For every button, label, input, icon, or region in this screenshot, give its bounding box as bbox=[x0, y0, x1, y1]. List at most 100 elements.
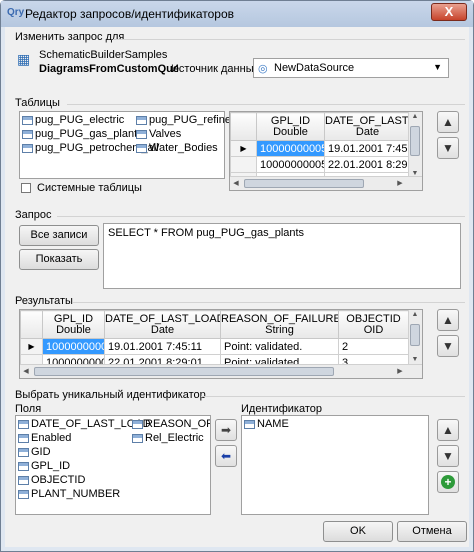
grid-cell[interactable]: 19.01.2001 7:45:11 bbox=[324, 140, 411, 157]
identifier-down-button[interactable]: ▼ bbox=[437, 445, 459, 467]
datasource-icon: ◎ bbox=[258, 63, 268, 75]
query-text: SELECT * FROM pug_PUG_gas_plants bbox=[108, 227, 305, 239]
table-icon bbox=[136, 115, 147, 125]
table-item[interactable]: pug_PUG_gas_plants bbox=[22, 128, 143, 141]
move-up-button[interactable]: ▲ bbox=[437, 111, 459, 133]
query-editor-window: Qry Редактор запросов/идентификаторов X … bbox=[0, 0, 474, 552]
field-item[interactable]: Rel_Electric bbox=[132, 432, 204, 445]
grid-cell[interactable]: Point: validated. bbox=[220, 338, 339, 355]
table-row[interactable]: 100000000053 22.01.2001 8:29:01 bbox=[230, 156, 411, 173]
app-icon: Qry bbox=[7, 7, 25, 18]
table-item[interactable]: pug_PUG_electric bbox=[22, 114, 124, 127]
horizontal-scrollbar[interactable]: ◀ ▶ bbox=[230, 176, 422, 190]
scroll-thumb[interactable] bbox=[410, 324, 420, 346]
scroll-left-icon[interactable]: ◀ bbox=[230, 179, 242, 187]
dialog-body: Изменить запрос для ▦ SchematicBuilderSa… bbox=[5, 27, 469, 547]
field-item[interactable]: REASON_OF_F bbox=[132, 418, 210, 431]
table-item[interactable]: Water_Bodies bbox=[136, 142, 218, 155]
table-icon bbox=[22, 115, 33, 125]
field-icon bbox=[132, 433, 143, 443]
scroll-right-icon[interactable]: ▶ bbox=[394, 367, 406, 375]
results-grid[interactable]: GPL_ID Double DATE_OF_LAST_LOAD Date REASO… bbox=[19, 309, 423, 379]
column-header[interactable]: GPL_ID Double bbox=[256, 112, 325, 141]
field-icon bbox=[132, 419, 143, 429]
builder-name: SchematicBuilderSamples bbox=[39, 49, 168, 61]
vertical-scrollbar[interactable]: ▲ ▼ bbox=[408, 112, 422, 178]
field-icon bbox=[18, 489, 29, 499]
add-to-identifier-button[interactable]: ➡ bbox=[215, 419, 237, 441]
tables-list[interactable]: pug_PUG_electric pug_PUG_refinerie pug_P… bbox=[19, 111, 243, 179]
window-title: Редактор запросов/идентификаторов bbox=[25, 7, 234, 21]
identifier-item[interactable]: NAME bbox=[244, 418, 289, 431]
scroll-left-icon[interactable]: ◀ bbox=[20, 367, 32, 375]
scroll-up-icon[interactable]: ▲ bbox=[409, 311, 421, 318]
field-item[interactable]: GPL_ID bbox=[18, 460, 70, 473]
datasource-select[interactable]: ◎ NewDataSource ▼ bbox=[253, 58, 449, 78]
results-group-label: Результаты bbox=[15, 295, 73, 307]
divider bbox=[201, 396, 465, 397]
grid-cell[interactable]: 100000000050 bbox=[256, 140, 325, 157]
grid-cell[interactable]: 100000000050 bbox=[42, 338, 105, 355]
field-item[interactable]: DATE_OF_LAST_LOAD bbox=[18, 418, 151, 431]
chevron-down-icon: ▼ bbox=[433, 62, 442, 72]
change-query-group-label: Изменить запрос для bbox=[15, 31, 125, 43]
column-header[interactable]: GPL_ID Double bbox=[42, 310, 105, 339]
table-row[interactable]: ▶ 100000000050 19.01.2001 7:45:11 bbox=[230, 140, 411, 157]
field-icon bbox=[18, 461, 29, 471]
show-button[interactable]: Показать bbox=[19, 249, 99, 270]
scroll-thumb[interactable] bbox=[34, 367, 334, 376]
divider bbox=[73, 302, 465, 303]
row-header-corner bbox=[230, 112, 257, 141]
scroll-thumb[interactable] bbox=[410, 126, 420, 156]
fields-list[interactable]: DATE_OF_LAST_LOAD REASON_OF_F Enabled Re… bbox=[15, 415, 211, 515]
cancel-button[interactable]: Отмена bbox=[397, 521, 467, 542]
ok-button[interactable]: OK bbox=[323, 521, 393, 542]
move-down-button[interactable]: ▼ bbox=[437, 137, 459, 159]
table-icon bbox=[22, 129, 33, 139]
grid-cell[interactable]: 22.01.2001 8:29:01 bbox=[324, 156, 411, 173]
close-button[interactable]: X bbox=[431, 3, 467, 21]
fields-label: Поля bbox=[15, 403, 42, 415]
results-up-button[interactable]: ▲ bbox=[437, 309, 459, 331]
current-row-indicator: ▶ bbox=[230, 140, 257, 157]
grid-cell[interactable]: 2 bbox=[338, 338, 409, 355]
field-icon bbox=[18, 433, 29, 443]
tables-preview-grid[interactable]: GPL_IDDouble DATE_OF_LAST_LOADate ▶ 1000… bbox=[229, 111, 423, 191]
divider bbox=[67, 104, 465, 105]
column-header[interactable]: REASON_OF_FAILURE String bbox=[220, 310, 339, 339]
field-icon bbox=[18, 475, 29, 485]
identifier-up-button[interactable]: ▲ bbox=[437, 419, 459, 441]
datasource-label: Источник данных: bbox=[171, 63, 263, 75]
scroll-right-icon[interactable]: ▶ bbox=[394, 179, 406, 187]
field-item[interactable]: GID bbox=[18, 446, 51, 459]
table-item[interactable]: pug_PUG_refinerie bbox=[136, 114, 243, 127]
scroll-up-icon[interactable]: ▲ bbox=[409, 113, 421, 120]
column-header[interactable]: DATE_OF_LAST_LOADate bbox=[324, 112, 411, 141]
table-item[interactable]: Valves bbox=[136, 128, 181, 141]
table-row[interactable]: ▶ 100000000050 19.01.2001 7:45:11 Point:… bbox=[20, 338, 409, 355]
results-down-button[interactable]: ▼ bbox=[437, 335, 459, 357]
column-header[interactable]: DATE_OF_LAST_LOAD Date bbox=[104, 310, 221, 339]
query-textarea[interactable]: SELECT * FROM pug_PUG_gas_plants bbox=[103, 223, 461, 289]
tables-group-label: Таблицы bbox=[15, 97, 60, 109]
grid-cell[interactable]: 19.01.2001 7:45:11 bbox=[104, 338, 221, 355]
add-button[interactable]: + bbox=[437, 471, 459, 493]
plus-icon: + bbox=[441, 475, 455, 489]
scroll-down-icon[interactable]: ▼ bbox=[409, 356, 421, 363]
field-item[interactable]: Enabled bbox=[18, 432, 71, 445]
datasource-value: NewDataSource bbox=[274, 62, 355, 74]
remove-from-identifier-button[interactable]: ⬅ bbox=[215, 445, 237, 467]
grid-cell[interactable]: 100000000053 bbox=[256, 156, 325, 173]
all-records-button[interactable]: Все записи bbox=[19, 225, 99, 246]
identifier-list[interactable]: NAME bbox=[241, 415, 429, 515]
scroll-thumb[interactable] bbox=[244, 179, 364, 188]
schematic-icon: ▦ bbox=[17, 51, 31, 67]
vertical-scrollbar[interactable]: ▲ ▼ bbox=[408, 310, 422, 364]
system-tables-checkbox[interactable] bbox=[21, 183, 31, 193]
identifier-label: Идентификатор bbox=[241, 403, 322, 415]
column-header[interactable]: OBJECTID OID bbox=[338, 310, 409, 339]
horizontal-scrollbar[interactable]: ◀ ▶ bbox=[20, 364, 422, 378]
field-item[interactable]: OBJECTID bbox=[18, 474, 85, 487]
table-icon bbox=[22, 143, 33, 153]
field-item[interactable]: PLANT_NUMBER bbox=[18, 488, 120, 501]
